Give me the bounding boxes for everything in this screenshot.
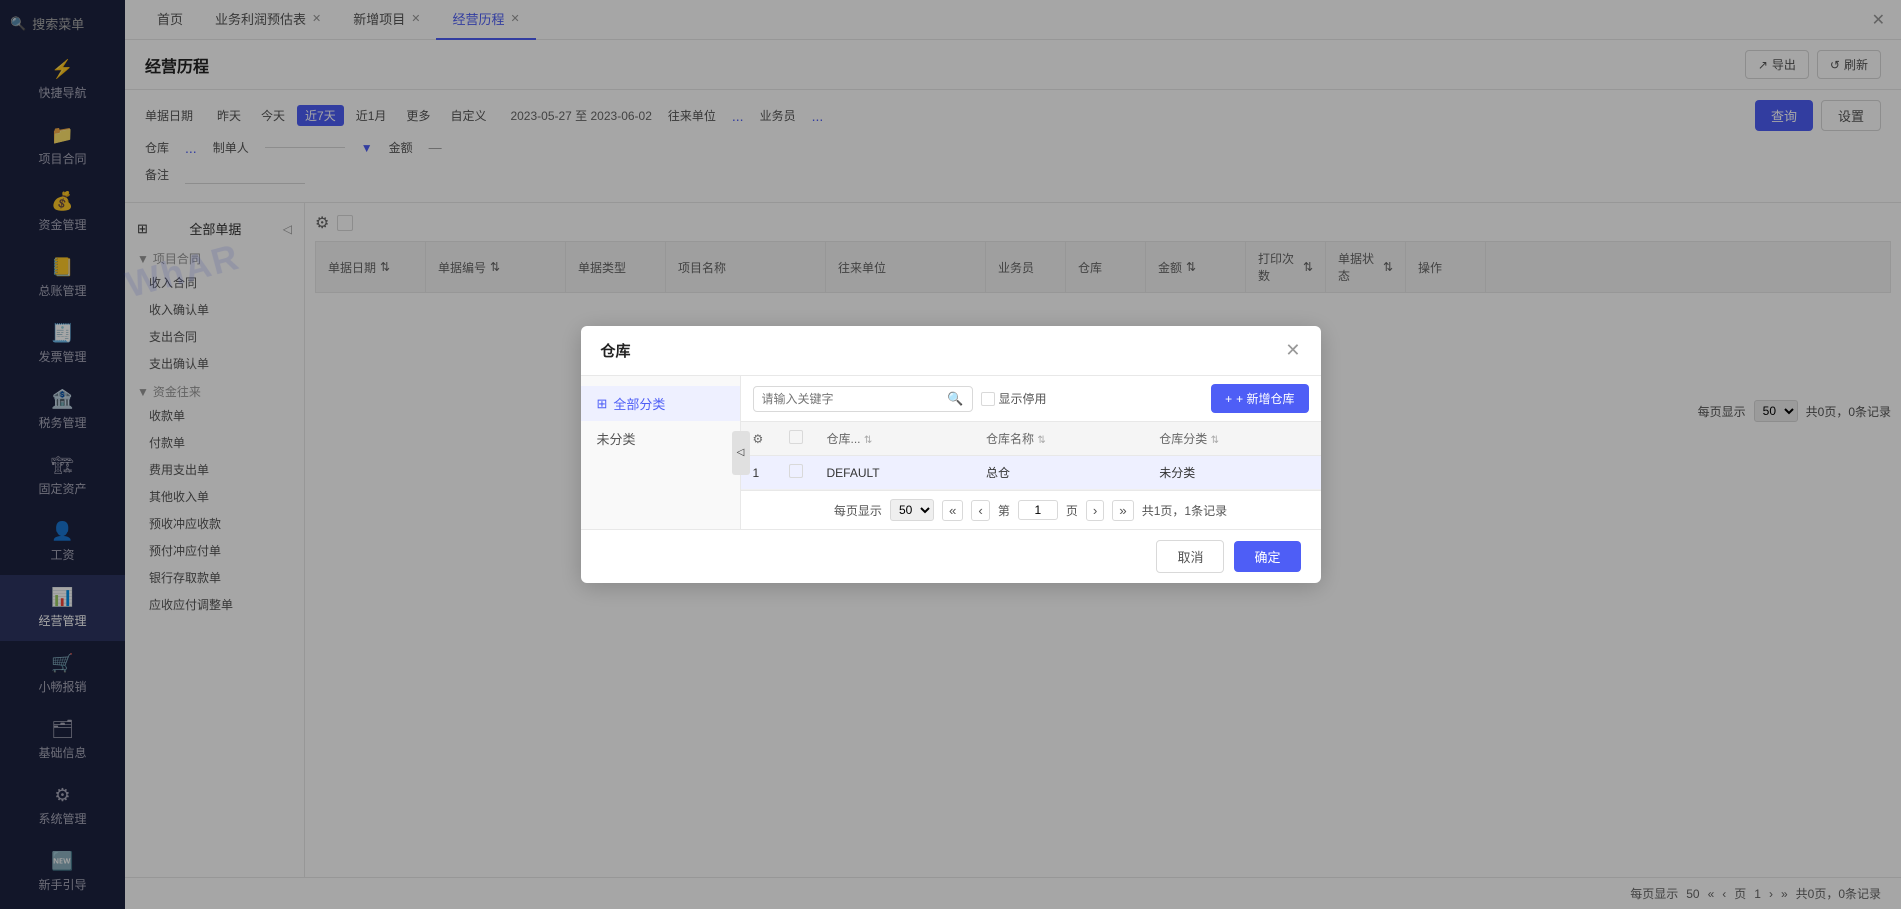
table-row[interactable]: 1 DEFAULT 总仓 未分类 [741,456,1321,490]
sort-code-icon[interactable]: ⇅ [864,435,872,446]
modal-total-text: 共1页，1条记录 [1142,502,1227,519]
row-code: DEFAULT [815,456,975,490]
modal-body: ⊞ 全部分类 未分类 ◁ 🔍 [581,376,1321,529]
modal-per-page-select[interactable]: 50 [890,499,934,521]
modal-title: 仓库 [601,340,631,361]
modal-first-page-btn[interactable]: « [942,500,963,521]
sort-cat-icon[interactable]: ⇅ [1211,435,1219,446]
add-warehouse-button[interactable]: + + 新增仓库 [1211,384,1308,413]
settings-icon-th[interactable]: ⚙ [753,432,764,446]
th-modal-name: 仓库名称 ⇅ [974,422,1147,456]
cancel-button[interactable]: 取消 [1156,540,1224,573]
modal-right-panel: 🔍 显示停用 + + 新增仓库 [741,376,1321,529]
modal-left-panel: ⊞ 全部分类 未分类 ◁ [581,376,741,529]
plus-icon: + [1225,392,1232,406]
modal-search-input[interactable] [762,392,944,406]
modal-footer: 取消 确定 [581,529,1321,583]
modal-last-page-btn[interactable]: » [1112,500,1133,521]
row-name: 总仓 [974,456,1147,490]
modal-page-input[interactable] [1018,500,1058,520]
modal-page-suffix: 页 [1066,502,1078,519]
modal-per-page-label: 每页显示 [834,502,882,519]
modal-all-categories[interactable]: ⊞ 全部分类 [581,386,740,421]
th-modal-code: 仓库... ⇅ [815,422,975,456]
modal-table: ⚙ 仓库... ⇅ 仓库名称 [741,422,1321,490]
confirm-button[interactable]: 确定 [1234,541,1300,572]
th-modal-checkbox [777,422,815,456]
modal-table-header-row: ⚙ 仓库... ⇅ 仓库名称 [741,422,1321,456]
collapse-arrow-icon: ◁ [737,447,745,458]
row-select-checkbox[interactable] [789,464,803,478]
warehouse-modal: 仓库 ✕ ⊞ 全部分类 未分类 ◁ [581,326,1321,583]
modal-all-label: 全部分类 [613,394,665,413]
show-disabled-checkbox[interactable] [981,392,995,406]
show-disabled-toggle: 显示停用 [981,390,1047,407]
add-warehouse-label: + 新增仓库 [1236,390,1294,407]
row-checkbox[interactable] [777,456,815,490]
sort-name-icon[interactable]: ⇅ [1037,435,1045,446]
modal-select-all[interactable] [789,430,803,444]
modal-overlay: 仓库 ✕ ⊞ 全部分类 未分类 ◁ [0,0,1901,909]
modal-pagination: 每页显示 50 « ‹ 第 页 › » 共1页，1条记录 [741,490,1321,529]
modal-toolbar: 🔍 显示停用 + + 新增仓库 [741,376,1321,422]
modal-search-icon[interactable]: 🔍 [947,391,963,407]
modal-close-button[interactable]: ✕ [1285,340,1300,361]
show-disabled-label: 显示停用 [999,390,1047,407]
grid-icon-modal: ⊞ [597,396,608,412]
modal-page-label: 第 [998,502,1010,519]
modal-uncategorized[interactable]: 未分类 [581,421,740,456]
modal-table-wrap: ⚙ 仓库... ⇅ 仓库名称 [741,422,1321,490]
row-category: 未分类 [1147,456,1320,490]
modal-left-collapse-btn[interactable]: ◁ [732,431,750,475]
modal-uncat-label: 未分类 [597,432,636,447]
modal-next-page-btn[interactable]: › [1086,500,1104,521]
modal-prev-page-btn[interactable]: ‹ [971,500,989,521]
th-modal-category: 仓库分类 ⇅ [1147,422,1320,456]
modal-header: 仓库 ✕ [581,326,1321,376]
modal-search-box: 🔍 [753,386,973,412]
